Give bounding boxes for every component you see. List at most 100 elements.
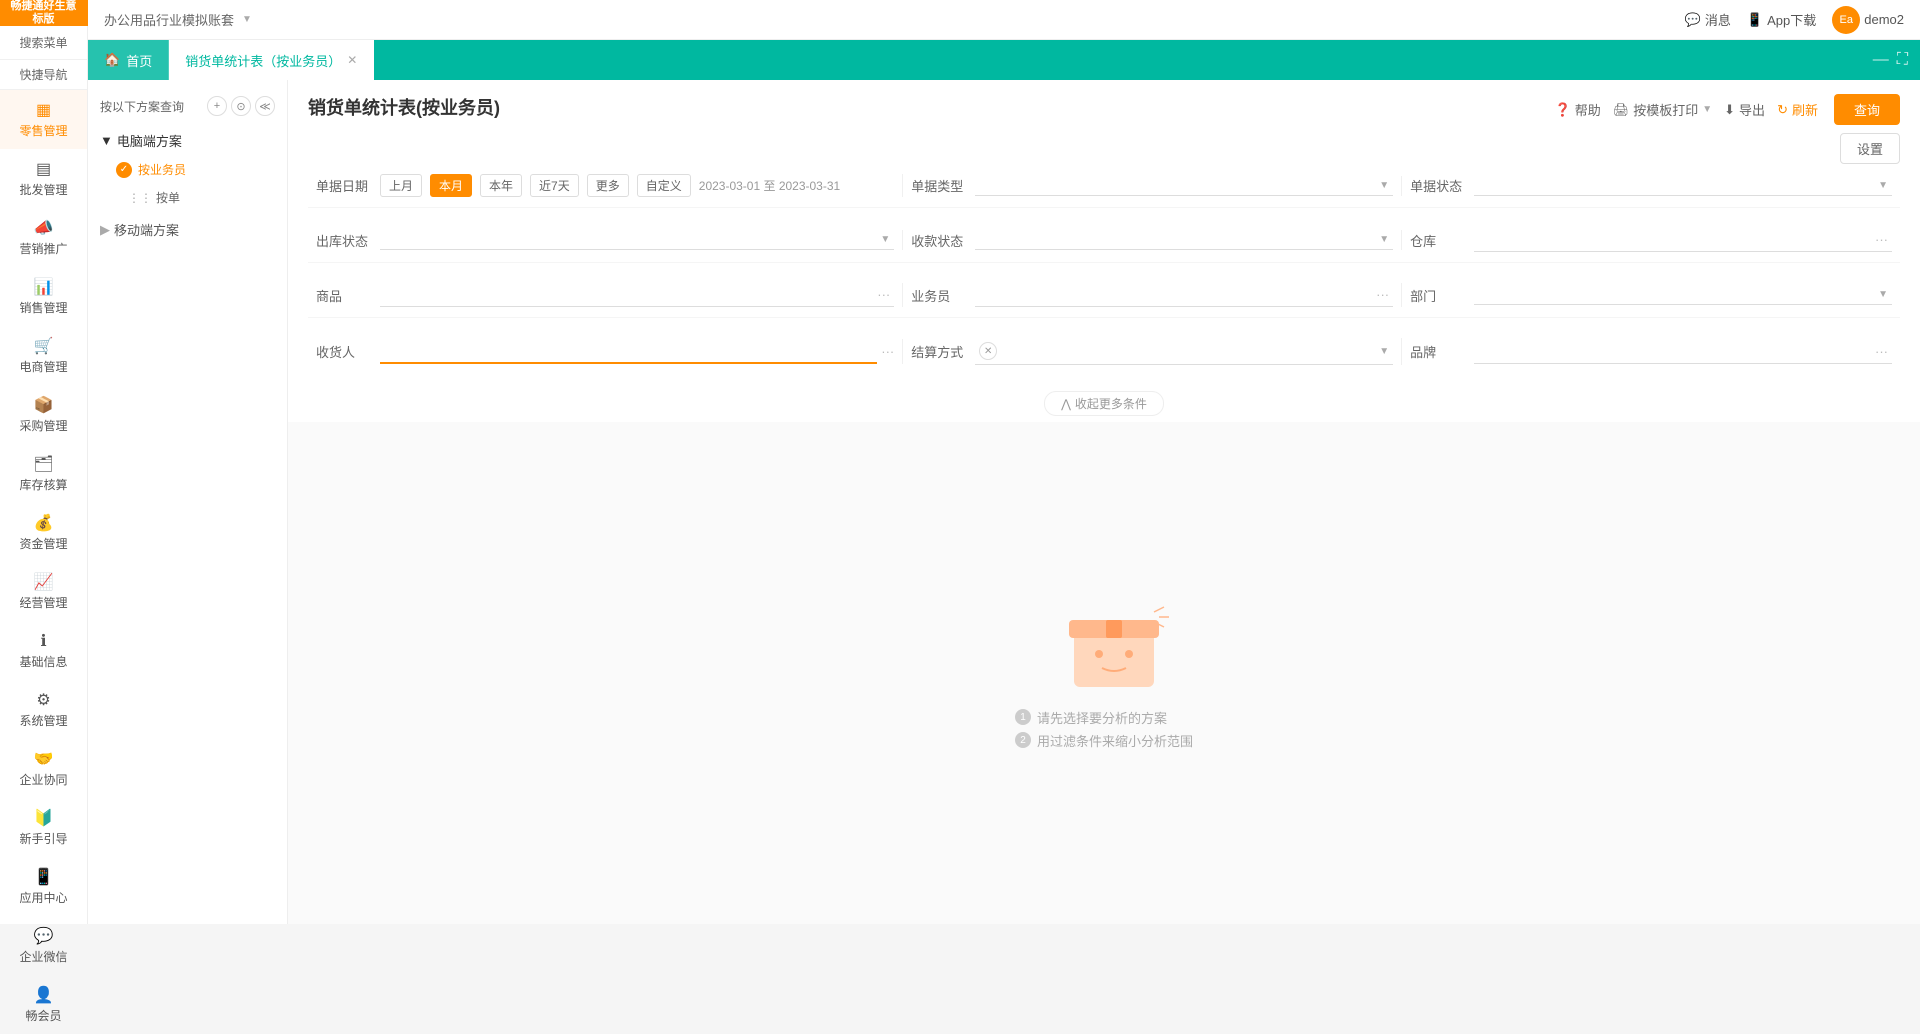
- query-button[interactable]: 查询: [1834, 94, 1900, 125]
- sidebar-item-system[interactable]: ⚙ 系统管理: [0, 680, 87, 739]
- brand-select[interactable]: ···: [1474, 340, 1892, 364]
- salesperson-dots[interactable]: ···: [1376, 287, 1389, 302]
- product-label: 商品: [316, 286, 372, 305]
- settings-button[interactable]: 设置: [1840, 133, 1900, 164]
- sidebar-item-retail[interactable]: ▦ 零售管理: [0, 90, 87, 149]
- pc-scheme-label: 电脑端方案: [117, 131, 182, 150]
- product-dots[interactable]: ···: [877, 287, 890, 302]
- department-label: 部门: [1410, 286, 1466, 305]
- settlement-select[interactable]: ✕ ▼: [975, 338, 1393, 365]
- warehouse-select[interactable]: ···: [1474, 228, 1892, 252]
- app-icon: 📱: [1747, 12, 1763, 28]
- brand-dots[interactable]: ···: [1875, 344, 1888, 359]
- apps-icon: 📱: [34, 867, 54, 887]
- date-cur-month[interactable]: 本月: [430, 174, 472, 197]
- scheme-panel-actions: + ⊙ ≪: [207, 96, 275, 116]
- settlement-label: 结算方式: [911, 342, 967, 361]
- date-label: 单据日期: [316, 176, 372, 195]
- empty-text: 1 请先选择要分析的方案 2 用过滤条件来缩小分析范围: [1015, 704, 1193, 754]
- help-btn[interactable]: ❓ 帮助: [1555, 100, 1601, 119]
- scheme-sub-order[interactable]: ⋮⋮ 按单: [88, 184, 287, 211]
- sidebar-quicknav[interactable]: 快捷导航: [0, 60, 87, 90]
- out-status-chevron: ▼: [880, 234, 890, 245]
- home-icon: 🏠: [104, 52, 120, 68]
- settlement-clear-btn[interactable]: ✕: [979, 342, 997, 360]
- sidebar-item-ecommerce[interactable]: 🛒 电商管理: [0, 326, 87, 385]
- tab-home[interactable]: 🏠 首页: [88, 40, 169, 80]
- sidebar-search[interactable]: 搜索菜单: [0, 26, 87, 60]
- export-btn[interactable]: ⬇ 导出: [1724, 100, 1765, 119]
- sidebar-item-operation[interactable]: 📈 经营管理: [0, 562, 87, 621]
- sidebar-item-purchase[interactable]: 📦 采购管理: [0, 385, 87, 444]
- date-prev-month[interactable]: 上月: [380, 174, 422, 197]
- sidebar-item-wechat[interactable]: 💬 企业微信: [0, 916, 87, 975]
- date-more[interactable]: 更多: [587, 174, 629, 197]
- sidebar-item-wholesale[interactable]: ▤ 批发管理: [0, 149, 87, 208]
- sidebar-item-member[interactable]: 👤 畅会员: [0, 975, 87, 1034]
- collapse-icon: ⋀: [1061, 397, 1071, 411]
- filter-salesperson: 业务员 ···: [903, 283, 1402, 307]
- edit-scheme-btn[interactable]: ⊙: [231, 96, 251, 116]
- export-icon: ⬇: [1724, 102, 1735, 118]
- sidebar: 畅捷通好生意 标版 搜索菜单 快捷导航 ▦ 零售管理 ▤ 批发管理 📣 营销推广…: [0, 0, 88, 924]
- sidebar-item-sales[interactable]: 📊 销售管理: [0, 267, 87, 326]
- print-btn[interactable]: 🖨 按模板打印 ▼: [1613, 100, 1712, 119]
- tab-close-icon[interactable]: ✕: [347, 53, 357, 67]
- right-content: 销货单统计表(按业务员) ❓ 帮助 🖨 按模板打印 ▼: [288, 80, 1920, 924]
- brand-label: 品牌: [1410, 342, 1466, 361]
- left-scheme-panel: 按以下方案查询 + ⊙ ≪ ▼ 电脑端方案 ✓ 按业务员 ⋮⋮: [88, 80, 288, 924]
- scheme-active-dot: ✓: [116, 162, 132, 178]
- department-select[interactable]: ▼: [1474, 285, 1892, 305]
- payment-status-label: 收款状态: [911, 231, 967, 250]
- sidebar-item-beginner[interactable]: 🔰 新手引导: [0, 798, 87, 857]
- sidebar-item-cooperation[interactable]: 🤝 企业协同: [0, 739, 87, 798]
- salesperson-select[interactable]: ···: [975, 283, 1393, 307]
- member-icon: 👤: [34, 985, 54, 1005]
- minimize-icon[interactable]: —: [1873, 51, 1889, 69]
- collapse-button[interactable]: ⋀ 收起更多条件: [1044, 391, 1164, 416]
- order-type-select[interactable]: ▼: [975, 176, 1393, 196]
- filter-row-1: 单据日期 上月 本月 本年 近7天 更多 自定义 2023-03-01 至 20…: [308, 164, 1900, 208]
- filter-department: 部门 ▼: [1402, 285, 1900, 305]
- receiver-input[interactable]: [380, 339, 877, 364]
- scheme-item-salesperson[interactable]: ✓ 按业务员: [88, 155, 287, 184]
- mobile-scheme-group[interactable]: ▶ 移动端方案: [88, 215, 287, 244]
- sidebar-item-inventory[interactable]: 🗂 库存核算: [0, 444, 87, 503]
- add-scheme-btn[interactable]: +: [207, 96, 227, 116]
- pc-scheme-group: ▼ 电脑端方案 ✓ 按业务员 ⋮⋮ 按单: [88, 122, 287, 215]
- out-status-select[interactable]: ▼: [380, 230, 894, 250]
- scheme-panel-title: 按以下方案查询: [100, 98, 184, 115]
- order-status-label: 单据状态: [1410, 176, 1466, 195]
- date-custom[interactable]: 自定义: [637, 174, 691, 197]
- sidebar-item-finance[interactable]: 💰 资金管理: [0, 503, 87, 562]
- date-range-text: 2023-03-01 至 2023-03-31: [699, 177, 840, 194]
- payment-status-chevron: ▼: [1379, 234, 1389, 245]
- date-filter-options: 上月 本月 本年 近7天 更多 自定义 2023-03-01 至 2023-03…: [380, 174, 894, 197]
- user-profile[interactable]: Ea demo2: [1832, 6, 1904, 34]
- sidebar-item-marketing[interactable]: 📣 营销推广: [0, 208, 87, 267]
- purchase-icon: 📦: [34, 395, 54, 415]
- sidebar-item-basic[interactable]: ℹ 基础信息: [0, 621, 87, 680]
- filter-order-type: 单据类型 ▼: [903, 176, 1402, 196]
- product-select[interactable]: ···: [380, 283, 894, 307]
- empty-state: 1 请先选择要分析的方案 2 用过滤条件来缩小分析范围: [288, 422, 1920, 924]
- sidebar-item-apps[interactable]: 📱 应用中心: [0, 857, 87, 916]
- receiver-dots[interactable]: ···: [881, 344, 894, 359]
- payment-status-select[interactable]: ▼: [975, 230, 1393, 250]
- pc-scheme-header[interactable]: ▼ 电脑端方案: [88, 126, 287, 155]
- refresh-btn[interactable]: ↻ 刷新: [1777, 100, 1818, 119]
- tab-sales-report[interactable]: 销货单统计表（按业务员） ✕: [169, 40, 374, 80]
- warehouse-dots[interactable]: ···: [1875, 232, 1888, 247]
- date-7days[interactable]: 近7天: [530, 174, 579, 197]
- wholesale-icon: ▤: [36, 159, 51, 179]
- topbar-actions: 💬 消息 📱 App下载 Ea demo2: [1685, 6, 1904, 34]
- order-status-select[interactable]: ▼: [1474, 176, 1892, 196]
- product-dropdown-icon[interactable]: ▼: [242, 14, 252, 25]
- collapse-row: ⋀ 收起更多条件: [308, 385, 1900, 422]
- maximize-icon[interactable]: ⛶: [1897, 51, 1908, 69]
- app-download-btn[interactable]: 📱 App下载: [1747, 10, 1816, 29]
- collapse-panel-btn[interactable]: ≪: [255, 96, 275, 116]
- tabbar: 🏠 首页 销货单统计表（按业务员） ✕ — ⛶: [88, 40, 1920, 80]
- date-cur-year[interactable]: 本年: [480, 174, 522, 197]
- message-btn[interactable]: 💬 消息: [1685, 10, 1731, 29]
